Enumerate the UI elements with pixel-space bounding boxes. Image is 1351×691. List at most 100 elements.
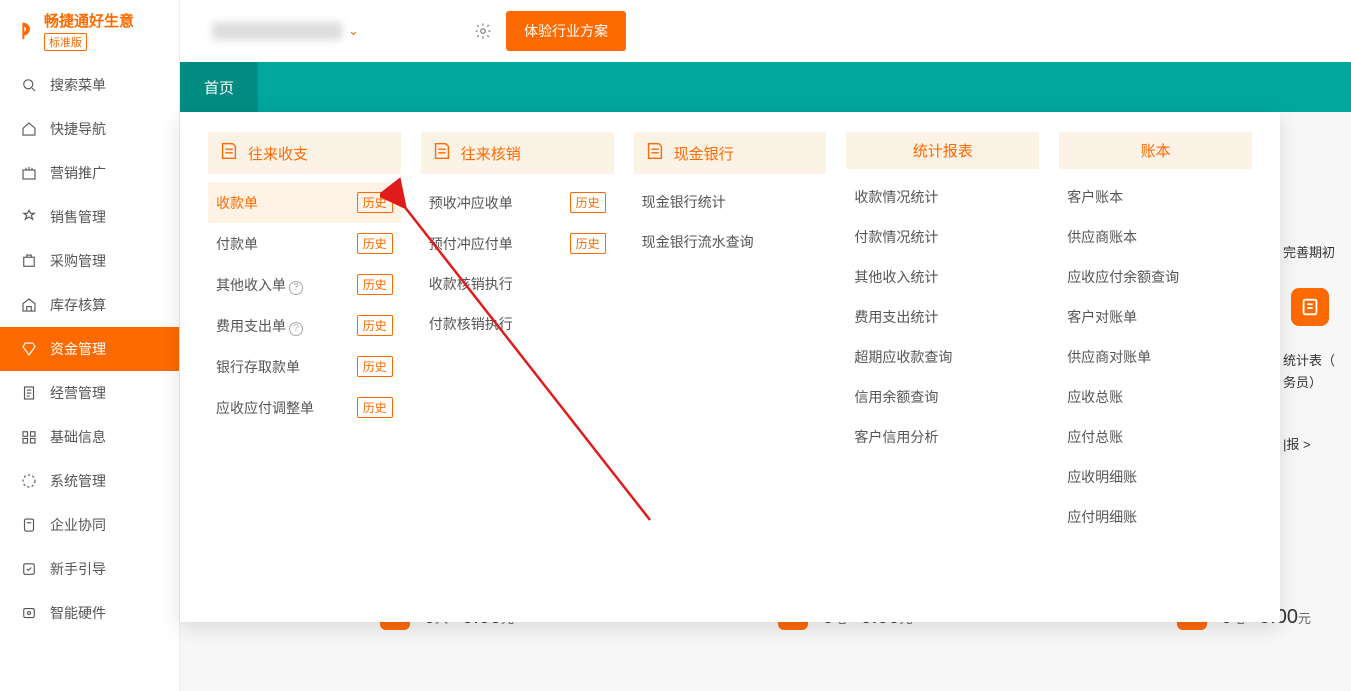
topbar: ⌄ 体验行业方案 <box>180 0 1351 62</box>
mega-column: 往来收支收款单历史付款单历史其他收入单?历史费用支出单?历史银行存取款单历史应收… <box>198 132 411 537</box>
gear-icon[interactable] <box>474 22 492 40</box>
sidebar-item[interactable]: 销售管理 <box>0 195 179 239</box>
mega-menu-item[interactable]: 应收应付余额查询 <box>1059 257 1252 297</box>
mega-menu-item[interactable]: 现金银行流水查询 <box>634 222 827 262</box>
brand-name: 畅捷通好生意 <box>44 10 134 31</box>
mega-column-header: 往来核销 <box>421 132 614 174</box>
history-tag[interactable]: 历史 <box>357 192 393 213</box>
menu-item-label: 应付明细账 <box>1067 507 1137 527</box>
mega-menu-item[interactable]: 收款单历史 <box>208 182 401 223</box>
nav-icon <box>20 76 38 94</box>
mega-column-title: 往来核销 <box>461 143 521 164</box>
help-icon[interactable]: ? <box>289 322 303 336</box>
sidebar-nav: 搜索菜单快捷导航营销推广销售管理采购管理库存核算资金管理经营管理基础信息系统管理… <box>0 59 179 639</box>
sidebar-item[interactable]: 系统管理 <box>0 459 179 503</box>
mega-column-header: 现金银行 <box>634 132 827 174</box>
menu-item-label: 客户对账单 <box>1067 307 1137 327</box>
mega-menu-item[interactable]: 应付总账 <box>1059 417 1252 457</box>
nav-icon <box>20 120 38 138</box>
menu-item-label: 应收总账 <box>1067 387 1123 407</box>
sidebar-item[interactable]: 库存核算 <box>0 283 179 327</box>
logo-area: 畅捷通好生意 标准版 <box>0 0 179 59</box>
mega-menu-item[interactable]: 超期应收款查询 <box>846 337 1039 377</box>
sidebar-item[interactable]: 快捷导航 <box>0 107 179 151</box>
nav-icon <box>20 208 38 226</box>
mega-menu-item[interactable]: 其他收入单? 历史 <box>208 264 401 305</box>
menu-item-label: 收款情况统计 <box>854 187 938 207</box>
brand-edition: 标准版 <box>44 33 87 51</box>
mega-column-header: 统计报表 <box>846 132 1039 169</box>
menu-item-label: 银行存取款单 <box>216 357 300 377</box>
menu-item-label: 其他收入单? <box>216 275 303 295</box>
mega-menu-item[interactable]: 应付明细账 <box>1059 497 1252 537</box>
menu-item-label: 超期应收款查询 <box>854 347 952 367</box>
mega-column-title: 现金银行 <box>674 143 734 164</box>
history-tag[interactable]: 历史 <box>357 233 393 254</box>
history-tag[interactable]: 历史 <box>357 397 393 418</box>
mega-menu-item[interactable]: 费用支出单?历史 <box>208 305 401 346</box>
tab-home[interactable]: 首页 <box>180 62 258 112</box>
mega-menu-item[interactable]: 应收应付调整单历史 <box>208 387 401 428</box>
mega-menu-item[interactable]: 客户信用分析 <box>846 417 1039 457</box>
mega-menu-item[interactable]: 费用支出统计 <box>846 297 1039 337</box>
mega-menu-item[interactable]: 收款情况统计 <box>846 177 1039 217</box>
menu-item-label: 其他收入统计 <box>854 267 938 287</box>
mega-menu-funds: 往来收支收款单历史付款单历史其他收入单?历史费用支出单?历史银行存取款单历史应收… <box>180 112 1280 622</box>
history-tag[interactable]: 历史 <box>357 356 393 377</box>
mega-menu-item[interactable]: 供应商对账单 <box>1059 337 1252 377</box>
report-icon[interactable] <box>1291 288 1329 326</box>
mega-menu-item[interactable]: 付款核销执行 <box>421 304 614 344</box>
cta-industry-button[interactable]: 体验行业方案 <box>506 11 626 51</box>
mega-menu-item[interactable]: 预收冲应收单 历史 <box>421 182 614 223</box>
mega-menu-item[interactable]: 收款核销执行 <box>421 264 614 304</box>
store-selector[interactable]: ⌄ <box>200 16 460 46</box>
sidebar-item[interactable]: 资金管理 <box>0 327 179 371</box>
menu-item-label: 应收明细账 <box>1067 467 1137 487</box>
sidebar-item[interactable]: 智能硬件 <box>0 591 179 635</box>
mega-menu-item[interactable]: 付款单 历史 <box>208 223 401 264</box>
mega-menu-item[interactable]: 客户账本 <box>1059 177 1252 217</box>
mega-menu-item[interactable]: 付款情况统计 <box>846 217 1039 257</box>
nav-label: 营销推广 <box>50 163 106 183</box>
sidebar-item[interactable]: 经营管理 <box>0 371 179 415</box>
mega-menu-item[interactable]: 供应商账本 <box>1059 217 1252 257</box>
sidebar-item[interactable]: 搜索菜单 <box>0 63 179 107</box>
menu-item-label: 供应商账本 <box>1067 227 1137 247</box>
doc-icon <box>644 140 666 166</box>
nav-icon <box>20 340 38 358</box>
nav-label: 采购管理 <box>50 251 106 271</box>
nav-icon <box>20 472 38 490</box>
sidebar-item[interactable]: 采购管理 <box>0 239 179 283</box>
history-tag[interactable]: 历史 <box>570 192 606 213</box>
store-name-blurred <box>212 22 342 40</box>
mega-menu-item[interactable]: 银行存取款单 历史 <box>208 346 401 387</box>
history-tag[interactable]: 历史 <box>357 274 393 295</box>
nav-icon <box>20 428 38 446</box>
menu-item-label: 应收应付余额查询 <box>1067 267 1179 287</box>
history-tag[interactable]: 历史 <box>357 315 393 336</box>
menu-item-label: 付款单 <box>216 234 258 254</box>
sidebar-item[interactable]: 基础信息 <box>0 415 179 459</box>
nav-label: 库存核算 <box>50 295 106 315</box>
menu-item-label: 付款情况统计 <box>854 227 938 247</box>
mega-menu-item[interactable]: 其他收入统计 <box>846 257 1039 297</box>
nav-label: 系统管理 <box>50 471 106 491</box>
mega-menu-item[interactable]: 应收明细账 <box>1059 457 1252 497</box>
mega-column-title: 统计报表 <box>913 140 973 161</box>
history-tag[interactable]: 历史 <box>570 233 606 254</box>
nav-label: 销售管理 <box>50 207 106 227</box>
mega-menu-item[interactable]: 信用余额查询 <box>846 377 1039 417</box>
sidebar-item[interactable]: 企业协同 <box>0 503 179 547</box>
nav-label: 企业协同 <box>50 515 106 535</box>
mega-column: 统计报表收款情况统计付款情况统计其他收入统计费用支出统计超期应收款查询信用余额查… <box>836 132 1049 537</box>
menu-item-label: 预收冲应收单 <box>429 193 513 213</box>
mega-menu-item[interactable]: 应收总账 <box>1059 377 1252 417</box>
menu-item-label: 付款核销执行 <box>429 314 513 334</box>
sidebar-item[interactable]: 营销推广 <box>0 151 179 195</box>
nav-label: 智能硬件 <box>50 603 106 623</box>
mega-menu-item[interactable]: 客户对账单 <box>1059 297 1252 337</box>
mega-menu-item[interactable]: 现金银行统计 <box>634 182 827 222</box>
help-icon[interactable]: ? <box>289 281 303 295</box>
sidebar-item[interactable]: 新手引导 <box>0 547 179 591</box>
mega-menu-item[interactable]: 预付冲应付单历史 <box>421 223 614 264</box>
